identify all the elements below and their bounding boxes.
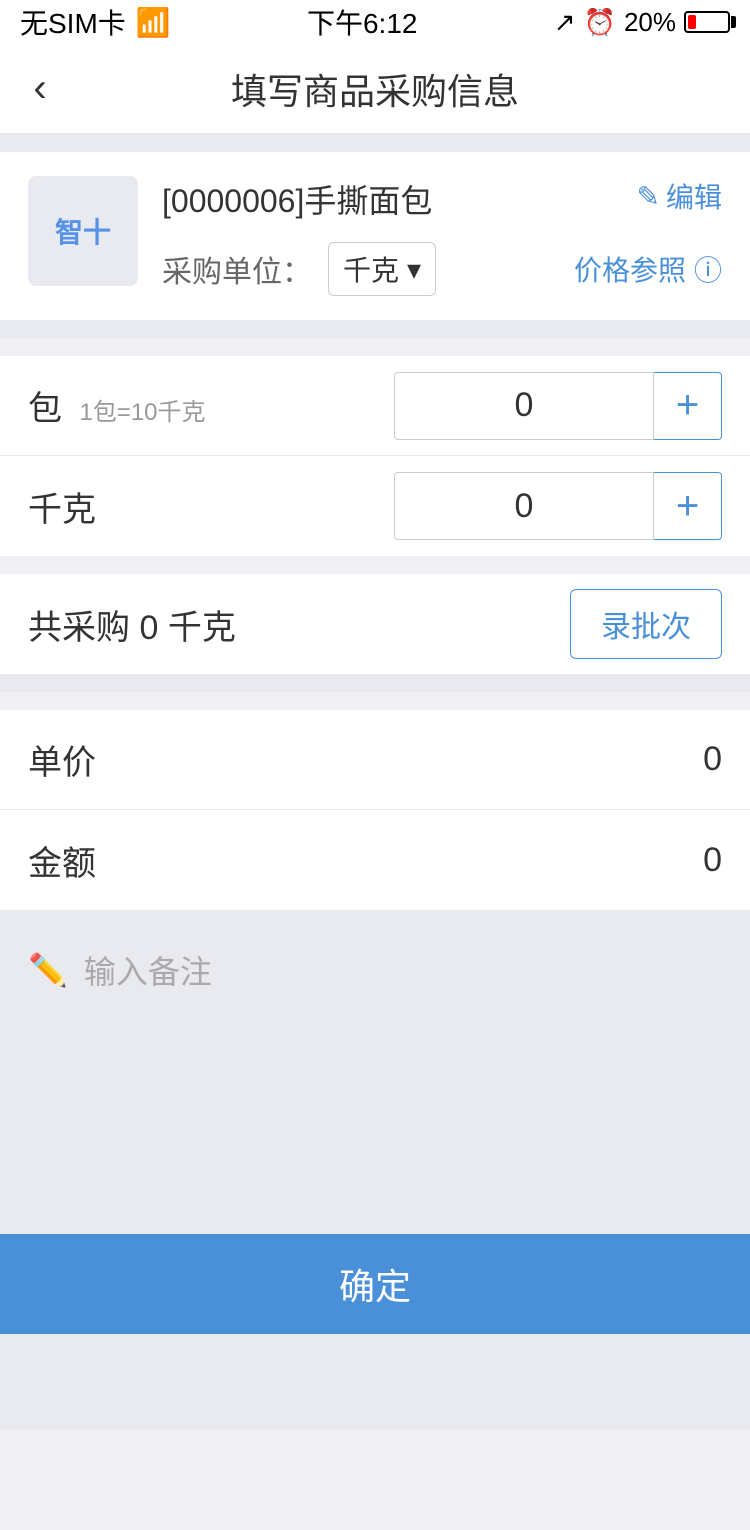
total-unit: 千克 xyxy=(168,609,236,647)
wifi-icon: 📶 xyxy=(136,6,171,39)
product-header: [0000006]手撕面包 ✎ 编辑 xyxy=(162,176,722,222)
bao-sublabel: 1包=10千克 xyxy=(79,399,205,426)
product-card: 智十 [0000006]手撕面包 ✎ 编辑 采购单位： 千克 ▾ 价格参照 ⓘ xyxy=(0,152,750,320)
total-amount: 0 xyxy=(139,609,158,647)
carrier-label: 无SIM卡 xyxy=(20,2,126,42)
purchase-unit-row: 采购单位： 千克 ▾ 价格参照 ⓘ xyxy=(162,242,722,296)
bao-input[interactable]: 0 xyxy=(394,372,654,440)
page-title: 填写商品采购信息 xyxy=(231,63,519,115)
notes-section[interactable]: ✏️ 输入备注 xyxy=(0,910,750,1030)
kg-input-right: 0 + xyxy=(394,472,722,540)
alarm-icon: ⏰ xyxy=(584,7,616,38)
kg-input[interactable]: 0 xyxy=(394,472,654,540)
content-spacer xyxy=(0,1030,750,1430)
edit-button[interactable]: ✎ 编辑 xyxy=(637,176,722,216)
time-label: 下午6:12 xyxy=(307,2,418,42)
kg-label: 千克 xyxy=(28,482,96,531)
amount-value: 0 xyxy=(703,841,722,880)
unit-select[interactable]: 千克 ▾ xyxy=(328,242,436,296)
info-icon: ⓘ xyxy=(694,249,722,289)
kg-plus-button[interactable]: + xyxy=(654,472,722,540)
unit-price-value: 0 xyxy=(703,740,722,779)
logo-text: 智十 xyxy=(55,211,111,251)
battery-icon xyxy=(684,11,730,33)
purchase-unit-label: 采购单位： xyxy=(162,247,312,291)
back-button[interactable]: ‹ xyxy=(0,44,80,134)
unit-price-row: 单价 0 xyxy=(0,710,750,810)
edit-label: 编辑 xyxy=(666,176,722,216)
status-left: 无SIM卡 📶 xyxy=(20,2,171,42)
status-right: ↗ ⏰ 20% xyxy=(554,7,730,38)
amount-row: 金额 0 xyxy=(0,810,750,910)
edit-icon: ✎ xyxy=(637,180,660,213)
input-section: 包 1包=10千克 0 + 千克 0 + xyxy=(0,356,750,556)
kg-input-row: 千克 0 + xyxy=(0,456,750,556)
product-thumbnail: 智十 xyxy=(28,176,138,286)
pencil-icon: ✏️ xyxy=(28,951,68,989)
price-ref-button[interactable]: 价格参照 ⓘ xyxy=(574,249,722,289)
nav-bar: ‹ 填写商品采购信息 xyxy=(0,44,750,134)
total-label: 共采购 0 千克 xyxy=(28,600,236,649)
battery-percentage: 20% xyxy=(624,7,676,38)
bao-input-row: 包 1包=10千克 0 + xyxy=(0,356,750,456)
notes-input[interactable]: 输入备注 xyxy=(84,947,212,993)
location-icon: ↗ xyxy=(554,7,576,38)
unit-value: 千克 xyxy=(343,249,399,289)
product-info: [0000006]手撕面包 ✎ 编辑 采购单位： 千克 ▾ 价格参照 ⓘ xyxy=(162,176,722,296)
price-section: 单价 0 金额 0 xyxy=(0,710,750,910)
section-divider-top xyxy=(0,134,750,152)
price-ref-label: 价格参照 xyxy=(574,249,686,289)
section-divider-mid1 xyxy=(0,320,750,338)
status-bar: 无SIM卡 📶 下午6:12 ↗ ⏰ 20% xyxy=(0,0,750,44)
section-divider-mid2 xyxy=(0,674,750,692)
record-batch-button[interactable]: 录批次 xyxy=(570,589,722,659)
bao-plus-button[interactable]: + xyxy=(654,372,722,440)
product-name: [0000006]手撕面包 xyxy=(162,176,432,222)
chevron-down-icon: ▾ xyxy=(407,253,421,286)
bao-input-right: 0 + xyxy=(394,372,722,440)
amount-label: 金额 xyxy=(28,836,96,885)
total-row: 共采购 0 千克 录批次 xyxy=(0,574,750,674)
bao-label: 包 1包=10千克 xyxy=(28,381,206,430)
unit-price-label: 单价 xyxy=(28,735,96,784)
confirm-button[interactable]: 确定 xyxy=(0,1234,750,1334)
